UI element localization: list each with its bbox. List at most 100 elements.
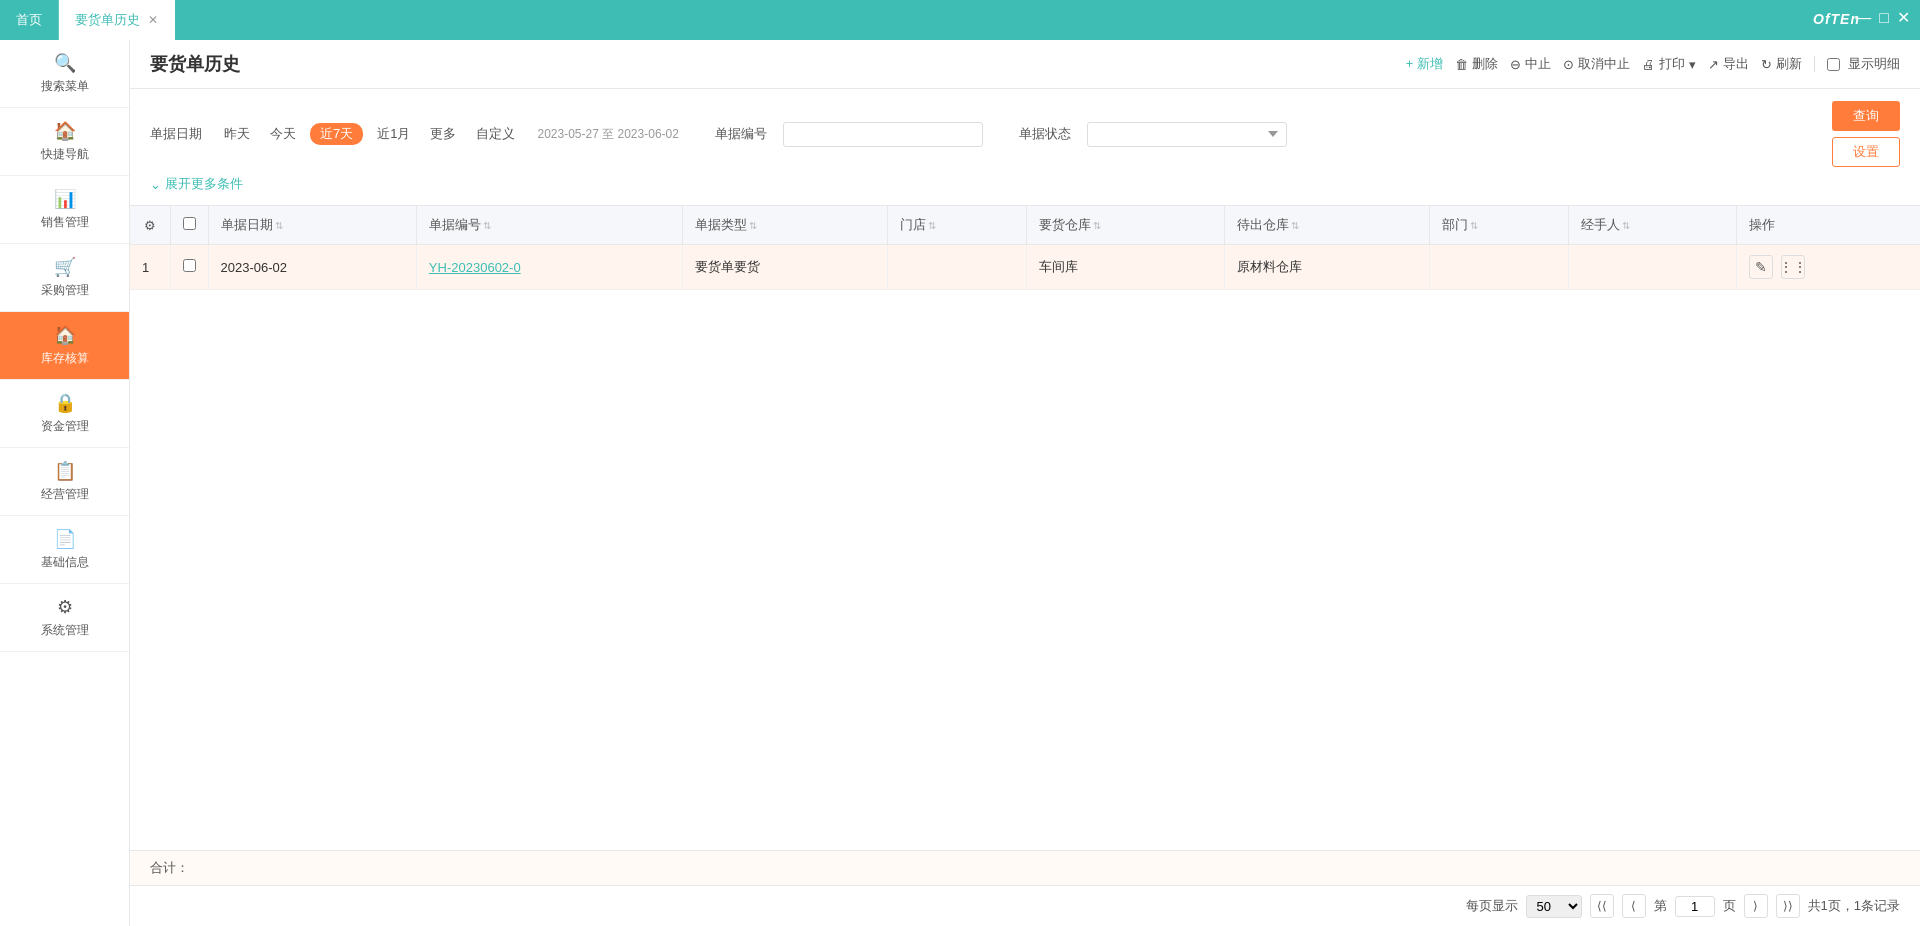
page-size-select[interactable]: 20 50 100	[1526, 895, 1582, 918]
expand-icon: ⌄	[150, 177, 161, 192]
prev-page-btn[interactable]: ⟨	[1622, 894, 1646, 918]
sidebar-item-operations[interactable]: 📋 经营管理	[0, 448, 129, 516]
display-detail-checkbox[interactable]	[1827, 58, 1840, 71]
tab-home-label: 首页	[16, 11, 42, 29]
close-icon[interactable]: ✕	[1897, 8, 1910, 27]
sidebar-item-system[interactable]: ⚙ 系统管理	[0, 584, 129, 652]
new-button[interactable]: + 新增	[1406, 55, 1443, 73]
select-all-checkbox[interactable]	[183, 217, 196, 230]
sidebar-item-search[interactable]: 🔍 搜索菜单	[0, 40, 129, 108]
next-page-btn[interactable]: ⟩	[1744, 894, 1768, 918]
print-icon: 🖨	[1642, 57, 1655, 72]
sidebar-item-search-label: 搜索菜单	[41, 78, 89, 95]
status-select[interactable]	[1087, 122, 1287, 147]
sidebar-item-basic-info-label: 基础信息	[41, 554, 89, 571]
first-page-btn[interactable]: ⟨⟨	[1590, 894, 1614, 918]
print-button[interactable]: 🖨 打印 ▾	[1642, 55, 1696, 73]
delete-icon: 🗑	[1455, 57, 1468, 72]
col-handler[interactable]: 经手人⇅	[1568, 206, 1737, 245]
date-last7[interactable]: 近7天	[310, 123, 363, 145]
table-body: 1 2023-06-02 YH-20230602-0 要货单要货 车间库 原材料…	[130, 245, 1920, 290]
query-button[interactable]: 查询	[1832, 101, 1900, 131]
date-range-text: 2023-05-27 至 2023-06-02	[537, 126, 678, 143]
sidebar-item-inventory-label: 库存核算	[41, 350, 89, 367]
col-date[interactable]: 单据日期⇅	[208, 206, 416, 245]
sidebar-item-finance-label: 资金管理	[41, 418, 89, 435]
bill-no-input[interactable]	[783, 122, 983, 147]
col-settings[interactable]: ⚙	[130, 206, 170, 245]
stop-button[interactable]: ⊖ 中止	[1510, 55, 1551, 73]
col-dept[interactable]: 部门⇅	[1429, 206, 1568, 245]
tab-requisition-history[interactable]: 要货单历史 ✕	[59, 0, 175, 40]
date-last-month[interactable]: 近1月	[371, 123, 416, 145]
row-store	[887, 245, 1026, 290]
search-icon: 🔍	[54, 52, 76, 74]
sidebar-item-basic-info[interactable]: 📄 基础信息	[0, 516, 129, 584]
page-label-before: 第	[1654, 897, 1667, 915]
date-more[interactable]: 更多	[424, 123, 462, 145]
sales-icon: 📊	[54, 188, 76, 210]
row-edit-btn[interactable]: ✎	[1749, 255, 1773, 279]
sidebar-item-finance[interactable]: 🔒 资金管理	[0, 380, 129, 448]
cancel-stop-button[interactable]: ⊙ 取消中止	[1563, 55, 1630, 73]
page-label-after: 页	[1723, 897, 1736, 915]
row-handler	[1568, 245, 1737, 290]
row-bill-type: 要货单要货	[682, 245, 887, 290]
table-row: 1 2023-06-02 YH-20230602-0 要货单要货 车间库 原材料…	[130, 245, 1920, 290]
col-pending-warehouse[interactable]: 待出仓库⇅	[1224, 206, 1429, 245]
action-buttons: 查询 设置	[1832, 101, 1900, 167]
row-operations: ✎ ⋮⋮	[1737, 245, 1920, 290]
sidebar-item-sales-label: 销售管理	[41, 214, 89, 231]
print-dropdown-icon: ▾	[1689, 57, 1696, 72]
sidebar-item-inventory[interactable]: 🏠 库存核算	[0, 312, 129, 380]
page-title: 要货单历史	[150, 52, 240, 76]
minimize-icon[interactable]: —	[1855, 9, 1871, 27]
top-tabs: 首页 要货单历史 ✕	[0, 0, 175, 40]
last-page-btn[interactable]: ⟩⟩	[1776, 894, 1800, 918]
refresh-button[interactable]: ↻ 刷新	[1761, 55, 1802, 73]
date-filter-label: 单据日期	[150, 125, 202, 143]
stop-icon: ⊖	[1510, 57, 1521, 72]
col-bill-type[interactable]: 单据类型⇅	[682, 206, 887, 245]
row-more-btn[interactable]: ⋮⋮	[1781, 255, 1805, 279]
display-detail-toggle[interactable]: 显示明细	[1827, 55, 1900, 73]
sidebar-item-operations-label: 经营管理	[41, 486, 89, 503]
date-today[interactable]: 今天	[264, 123, 302, 145]
sidebar-item-quicknav[interactable]: 🏠 快捷导航	[0, 108, 129, 176]
finance-icon: 🔒	[54, 392, 76, 414]
row-bill-no[interactable]: YH-20230602-0	[416, 245, 682, 290]
col-checkbox[interactable]	[170, 206, 208, 245]
sidebar-item-quicknav-label: 快捷导航	[41, 146, 89, 163]
sidebar-item-system-label: 系统管理	[41, 622, 89, 639]
row-pending-warehouse: 原材料仓库	[1224, 245, 1429, 290]
delete-button[interactable]: 🗑 删除	[1455, 55, 1498, 73]
filter-area: 单据日期 昨天 今天 近7天 近1月 更多 自定义 2023-05-27 至 2…	[130, 89, 1920, 206]
expand-more-conditions[interactable]: ⌄ 展开更多条件	[150, 175, 1900, 193]
fullscreen-icon[interactable]: □	[1879, 9, 1889, 27]
table-header-row: ⚙ 单据日期⇅ 单据编号⇅ 单据类型⇅ 门店⇅ 要货仓库⇅ 待出仓库⇅ 部门⇅ …	[130, 206, 1920, 245]
status-label: 单据状态	[1019, 125, 1071, 143]
col-store[interactable]: 门店⇅	[887, 206, 1026, 245]
total-info: 共1页，1条记录	[1808, 897, 1900, 915]
date-yesterday[interactable]: 昨天	[218, 123, 256, 145]
tab-requisition-label: 要货单历史	[75, 11, 140, 29]
tab-home[interactable]: 首页	[0, 0, 59, 40]
sidebar-item-sales[interactable]: 📊 销售管理	[0, 176, 129, 244]
brand-text: OfTEn	[1813, 11, 1860, 27]
col-req-warehouse[interactable]: 要货仓库⇅	[1026, 206, 1224, 245]
row-seq: 1	[130, 245, 170, 290]
row-checkbox[interactable]	[170, 245, 208, 290]
export-button[interactable]: ↗ 导出	[1708, 55, 1749, 73]
toolbar: + 新增 🗑 删除 ⊖ 中止 ⊙ 取消中止 🖨 打印 ▾	[1406, 55, 1900, 73]
sidebar-item-purchase[interactable]: 🛒 采购管理	[0, 244, 129, 312]
page-input[interactable]	[1675, 896, 1715, 917]
sidebar-item-purchase-label: 采购管理	[41, 282, 89, 299]
settings-button[interactable]: 设置	[1832, 137, 1900, 167]
tab-close-icon[interactable]: ✕	[148, 13, 158, 27]
col-bill-no[interactable]: 单据编号⇅	[416, 206, 682, 245]
table-container: ⚙ 单据日期⇅ 单据编号⇅ 单据类型⇅ 门店⇅ 要货仓库⇅ 待出仓库⇅ 部门⇅ …	[130, 206, 1920, 850]
sidebar: 🔍 搜索菜单 🏠 快捷导航 📊 销售管理 🛒 采购管理 🏠 库存核算 🔒 资金管…	[0, 40, 130, 926]
date-options: 昨天 今天 近7天 近1月 更多 自定义	[218, 123, 521, 145]
date-custom[interactable]: 自定义	[470, 123, 521, 145]
bill-no-label: 单据编号	[715, 125, 767, 143]
